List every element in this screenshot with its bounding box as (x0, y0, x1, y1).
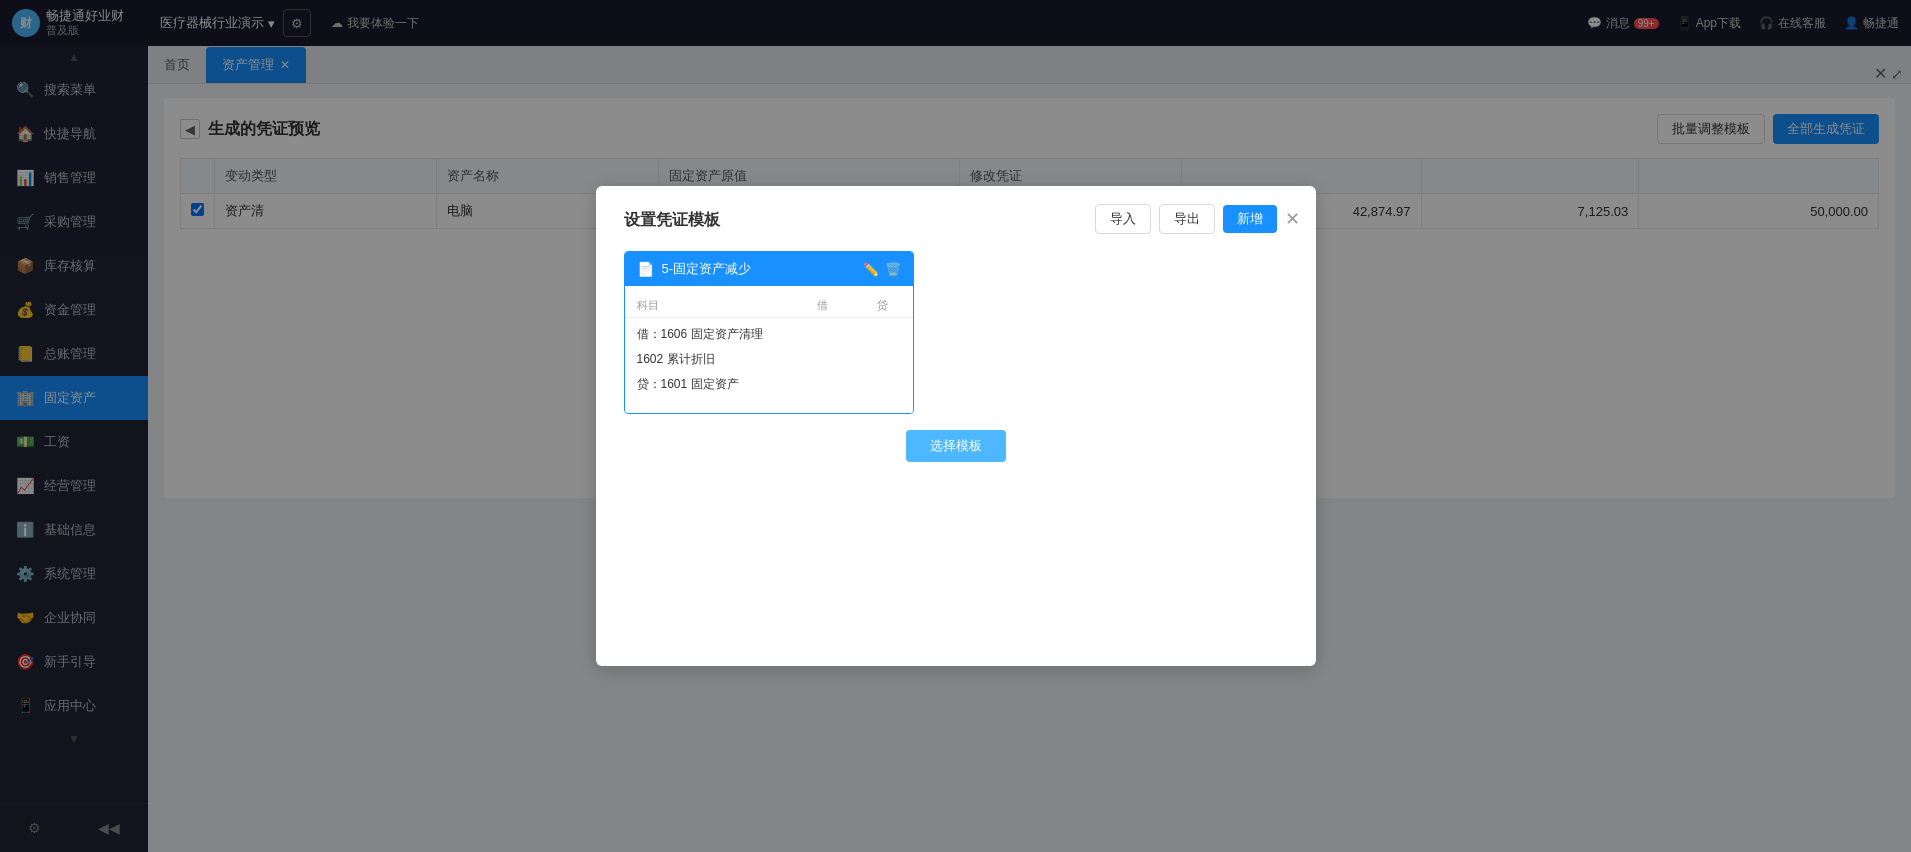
template-table-header: 科目 借 贷 (625, 294, 913, 318)
card-actions: ✏️ 🗑️ (863, 262, 901, 277)
modal-header-btns: 导入 导出 新增 ✕ (1095, 204, 1300, 234)
import-btn[interactable]: 导入 (1095, 204, 1151, 234)
card-delete-icon[interactable]: 🗑️ (885, 262, 901, 277)
card-title: 5-固定资产减少 (662, 260, 855, 278)
template-table-row: 贷：1601 固定资产 (625, 372, 913, 397)
template-card-body: 科目 借 贷 借：1606 固定资产清理 1602 累计折旧 贷：1601 固定… (625, 286, 913, 413)
modal-overlay: 设置凭证模板 导入 导出 新增 ✕ 📄 5-固定资产减少 ✏️ 🗑️ (0, 0, 1911, 852)
template-card-header: 📄 5-固定资产减少 ✏️ 🗑️ (625, 252, 913, 286)
template-table-row: 借：1606 固定资产清理 (625, 322, 913, 347)
template-table-row: 1602 累计折旧 (625, 347, 913, 372)
modal-dialog: 设置凭证模板 导入 导出 新增 ✕ 📄 5-固定资产减少 ✏️ 🗑️ (596, 186, 1316, 666)
export-btn[interactable]: 导出 (1159, 204, 1215, 234)
card-doc-icon: 📄 (637, 261, 654, 277)
template-table-row (625, 397, 913, 405)
template-card: 📄 5-固定资产减少 ✏️ 🗑️ 科目 借 贷 借：1606 固定资产清理 (624, 251, 914, 414)
select-template-btn[interactable]: 选择模板 (906, 430, 1006, 462)
card-edit-icon[interactable]: ✏️ (863, 262, 879, 277)
modal-close-btn[interactable]: ✕ (1285, 210, 1300, 228)
new-btn[interactable]: 新增 (1223, 205, 1277, 233)
